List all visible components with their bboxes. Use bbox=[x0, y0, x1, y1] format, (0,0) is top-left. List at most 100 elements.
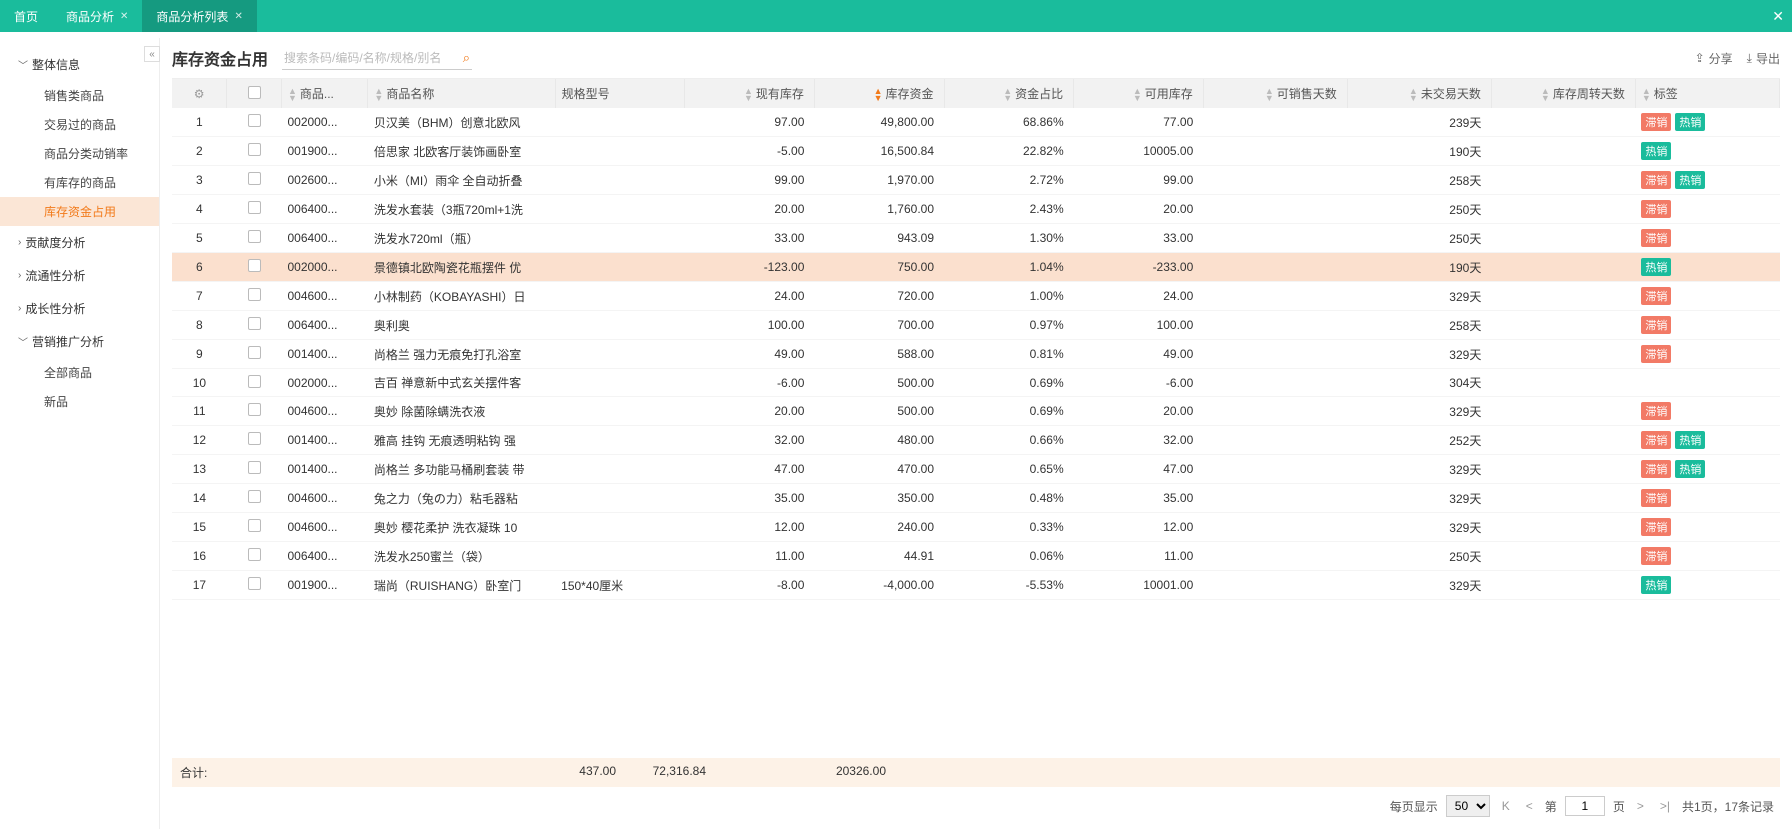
tag-slow: 滞销 bbox=[1641, 460, 1671, 478]
search-icon[interactable]: ⌕ bbox=[463, 50, 470, 66]
page-input[interactable] bbox=[1565, 796, 1605, 816]
table-row[interactable]: 10002000...吉百 禅意新中式玄关摆件客-6.00500.000.69%… bbox=[172, 369, 1780, 397]
table-row[interactable]: 9001400...尚格兰 强力无痕免打孔浴室49.00588.000.81%4… bbox=[172, 340, 1780, 369]
table-row[interactable]: 4006400...洗发水套装（3瓶720ml+1洗20.001,760.002… bbox=[172, 195, 1780, 224]
row-checkbox[interactable] bbox=[248, 172, 261, 185]
row-checkbox[interactable] bbox=[248, 288, 261, 301]
sidebar-item[interactable]: 交易过的商品 bbox=[0, 110, 159, 139]
tag-hot: 热销 bbox=[1675, 171, 1705, 189]
row-checkbox[interactable] bbox=[248, 201, 261, 214]
first-page-button[interactable]: K bbox=[1498, 799, 1514, 813]
page-prefix: 第 bbox=[1545, 798, 1557, 815]
close-icon[interactable]: ✕ bbox=[1772, 8, 1784, 25]
sidebar-item[interactable]: 销售类商品 bbox=[0, 81, 159, 110]
sidebar: « ﹀整体信息销售类商品交易过的商品商品分类动销率有库存的商品库存资金占用›贡献… bbox=[0, 38, 160, 829]
table-row[interactable]: 3002600...小米（MI）雨伞 全自动折叠99.001,970.002.7… bbox=[172, 166, 1780, 195]
sidebar-group[interactable]: ›流通性分析 bbox=[0, 259, 159, 292]
row-checkbox[interactable] bbox=[248, 403, 261, 416]
table-row[interactable]: 13001400...尚格兰 多功能马桶刷套装 带47.00470.000.65… bbox=[172, 455, 1780, 484]
search-input[interactable] bbox=[282, 47, 472, 70]
share-button[interactable]: ⇪分享 bbox=[1695, 50, 1733, 67]
row-checkbox[interactable] bbox=[248, 577, 261, 590]
chevron-right-icon: › bbox=[18, 303, 21, 314]
table-row[interactable]: 2001900...倍思家 北欧客厅装饰画卧室-5.0016,500.8422.… bbox=[172, 137, 1780, 166]
sort-icon: ▲▼ bbox=[1265, 88, 1274, 102]
col-tags[interactable]: ▲▼标签 bbox=[1635, 79, 1779, 108]
row-checkbox[interactable] bbox=[248, 519, 261, 532]
col-noTrade[interactable]: ▲▼未交易天数 bbox=[1347, 79, 1491, 108]
row-checkbox[interactable] bbox=[248, 317, 261, 330]
col-pct[interactable]: ▲▼资金占比 bbox=[944, 79, 1074, 108]
chevron-right-icon: › bbox=[18, 237, 21, 248]
col-code[interactable]: ▲▼商品... bbox=[281, 79, 367, 108]
collapse-sidebar-button[interactable]: « bbox=[144, 46, 160, 62]
tag-slow: 滞销 bbox=[1641, 518, 1671, 536]
sort-icon: ▲▼ bbox=[1133, 88, 1142, 102]
col-stock[interactable]: ▲▼现有库存 bbox=[685, 79, 815, 108]
table-row[interactable]: 8006400...奥利奥100.00700.000.97%100.00258天… bbox=[172, 311, 1780, 340]
sidebar-group[interactable]: ﹀整体信息 bbox=[0, 48, 159, 81]
page-title: 库存资金占用 bbox=[172, 46, 268, 70]
sidebar-item[interactable]: 有库存的商品 bbox=[0, 168, 159, 197]
export-icon: ⤓ bbox=[1747, 51, 1752, 66]
tag-slow: 滞销 bbox=[1641, 200, 1671, 218]
top-tab-bar: 首页商品分析✕商品分析列表✕✕ bbox=[0, 0, 1792, 32]
export-button[interactable]: ⤓导出 bbox=[1747, 50, 1780, 67]
table-row[interactable]: 1002000...贝汉美（BHM）创意北欧风97.0049,800.0068.… bbox=[172, 108, 1780, 137]
row-checkbox[interactable] bbox=[248, 143, 261, 156]
sidebar-item[interactable]: 商品分类动销率 bbox=[0, 139, 159, 168]
sidebar-group[interactable]: ›成长性分析 bbox=[0, 292, 159, 325]
row-checkbox[interactable] bbox=[248, 375, 261, 388]
table-row[interactable]: 5006400...洗发水720ml（瓶）33.00943.091.30%33.… bbox=[172, 224, 1780, 253]
tag-slow: 滞销 bbox=[1641, 431, 1671, 449]
row-checkbox[interactable] bbox=[248, 461, 261, 474]
tag-hot: 热销 bbox=[1675, 113, 1705, 131]
pagination: 每页显示 50 K < 第 页 > >| 共1页，17条记录 bbox=[172, 787, 1780, 829]
sidebar-item[interactable]: 新品 bbox=[0, 387, 159, 416]
table-row[interactable]: 16006400...洗发水250蜜兰（袋）11.0044.910.06%11.… bbox=[172, 542, 1780, 571]
table-row[interactable]: 7004600...小林制药（KOBAYASHI）日24.00720.001.0… bbox=[172, 282, 1780, 311]
col-saleDays[interactable]: ▲▼可销售天数 bbox=[1203, 79, 1347, 108]
prev-page-button[interactable]: < bbox=[1522, 799, 1537, 813]
sidebar-item[interactable]: 库存资金占用 bbox=[0, 197, 159, 226]
tab-首页[interactable]: 首页 bbox=[0, 0, 52, 32]
table-row[interactable]: 15004600...奥妙 樱花柔护 洗衣凝珠 1012.00240.000.3… bbox=[172, 513, 1780, 542]
sort-icon: ▲▼ bbox=[374, 88, 383, 102]
sidebar-item[interactable]: 全部商品 bbox=[0, 358, 159, 387]
table-row[interactable]: 17001900...瑞尚（RUISHANG）卧室门150*40厘米-8.00-… bbox=[172, 571, 1780, 600]
close-icon[interactable]: ✕ bbox=[234, 11, 242, 22]
tag-slow: 滞销 bbox=[1641, 489, 1671, 507]
sort-icon: ▲▼ bbox=[874, 88, 883, 102]
per-page-label: 每页显示 bbox=[1390, 798, 1438, 815]
tab-商品分析列表[interactable]: 商品分析列表✕ bbox=[142, 0, 256, 32]
tab-商品分析[interactable]: 商品分析✕ bbox=[52, 0, 142, 32]
row-checkbox[interactable] bbox=[248, 259, 261, 272]
col-turnover[interactable]: ▲▼库存周转天数 bbox=[1491, 79, 1635, 108]
row-checkbox[interactable] bbox=[248, 230, 261, 243]
row-checkbox[interactable] bbox=[248, 432, 261, 445]
gear-icon[interactable]: ⚙ bbox=[194, 87, 205, 101]
close-icon[interactable]: ✕ bbox=[120, 11, 128, 22]
col-name[interactable]: ▲▼商品名称 bbox=[368, 79, 555, 108]
col-fund[interactable]: ▲▼库存资金 bbox=[814, 79, 944, 108]
row-checkbox[interactable] bbox=[248, 490, 261, 503]
last-page-button[interactable]: >| bbox=[1656, 799, 1674, 813]
row-checkbox[interactable] bbox=[248, 114, 261, 127]
table-row[interactable]: 11004600...奥妙 除菌除螨洗衣液20.00500.000.69%20.… bbox=[172, 397, 1780, 426]
tag-slow: 滞销 bbox=[1641, 113, 1671, 131]
per-page-select[interactable]: 50 bbox=[1446, 795, 1490, 817]
col-spec: 规格型号 bbox=[555, 79, 685, 108]
row-checkbox[interactable] bbox=[248, 346, 261, 359]
sidebar-group[interactable]: ﹀营销推广分析 bbox=[0, 325, 159, 358]
sidebar-group[interactable]: ›贡献度分析 bbox=[0, 226, 159, 259]
data-table: ⚙ ▲▼商品...▲▼商品名称规格型号▲▼现有库存▲▼库存资金▲▼资金占比▲▼可用… bbox=[172, 79, 1780, 600]
checkbox-all[interactable] bbox=[248, 86, 261, 99]
table-row[interactable]: 6002000...景德镇北欧陶瓷花瓶摆件 优-123.00750.001.04… bbox=[172, 253, 1780, 282]
row-checkbox[interactable] bbox=[248, 548, 261, 561]
table-row[interactable]: 12001400...雅高 挂钩 无痕透明粘钩 强32.00480.000.66… bbox=[172, 426, 1780, 455]
col-avail[interactable]: ▲▼可用库存 bbox=[1074, 79, 1204, 108]
tag-slow: 滞销 bbox=[1641, 171, 1671, 189]
next-page-button[interactable]: > bbox=[1633, 799, 1648, 813]
share-icon: ⇪ bbox=[1695, 51, 1705, 65]
table-row[interactable]: 14004600...兔之力（兔の力）粘毛器粘35.00350.000.48%3… bbox=[172, 484, 1780, 513]
